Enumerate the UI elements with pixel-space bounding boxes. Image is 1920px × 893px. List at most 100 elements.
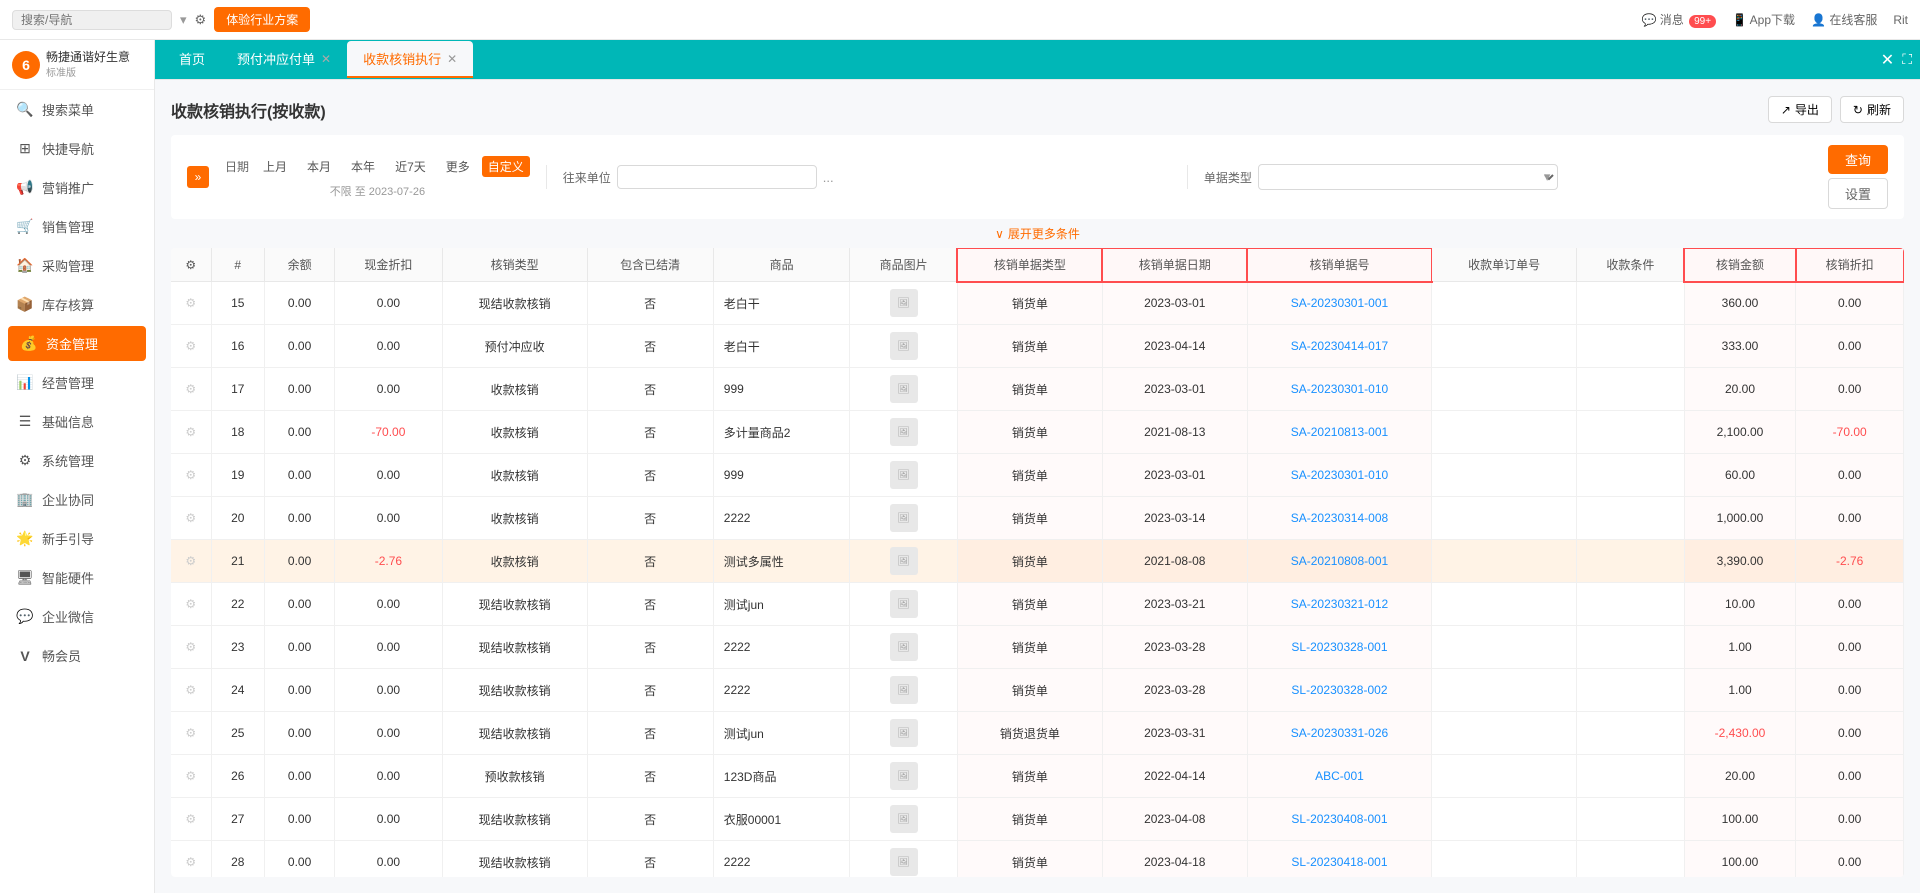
sidebar-item-inventory[interactable]: 📦 库存核算	[0, 285, 154, 324]
verify-number-link[interactable]: SL-20230328-002	[1291, 683, 1387, 697]
cell-verify-amount: 1,000.00	[1684, 497, 1796, 540]
th-verify-date: 核销单据日期	[1102, 248, 1247, 282]
cell-include-cleared: 否	[587, 497, 713, 540]
sales-icon: 🛒	[16, 218, 34, 236]
verify-number-link[interactable]: ABC-001	[1315, 769, 1364, 783]
sidebar-item-guide[interactable]: 🌟 新手引导	[0, 519, 154, 558]
online-service-item[interactable]: 👤 在线客服	[1811, 11, 1877, 28]
cell-goods: 2222	[713, 841, 850, 878]
cell-include-cleared: 否	[587, 368, 713, 411]
tab-receipt[interactable]: 收款核销执行 ✕	[347, 41, 473, 78]
cell-verify-date: 2023-04-18	[1102, 841, 1247, 878]
date-btn-this-month[interactable]: 本月	[299, 156, 339, 177]
sidebar: 6 畅捷通谐好生意 标准版 🔍 搜索菜单 ⊞ 快捷导航 📢 营销推广 🛒 销售管…	[0, 40, 155, 893]
date-btn-7days[interactable]: 近7天	[387, 156, 434, 177]
app-download-item[interactable]: 📱 App下载	[1732, 11, 1795, 28]
logo-text: 畅捷通谐好生意	[46, 50, 130, 64]
verify-number-link[interactable]: SA-20230301-010	[1291, 468, 1388, 482]
top-bar: ▾ ⚙ 体验行业方案 💬 消息 99+ 📱 App下载 👤 在线客服 Rit	[0, 0, 1920, 40]
cell-gear: ⚙	[171, 454, 211, 497]
sidebar-item-hardware[interactable]: 🖥 智能硬件	[0, 558, 154, 597]
tab-home[interactable]: 首页	[163, 41, 221, 78]
date-btn-more[interactable]: 更多	[438, 156, 478, 177]
setting-button[interactable]: 设置	[1828, 178, 1888, 209]
cell-verify-type: 现结收款核销	[442, 712, 587, 755]
sidebar-item-system[interactable]: ⚙ 系统管理	[0, 441, 154, 480]
cell-verify-discount: 0.00	[1796, 669, 1904, 712]
sidebar-item-wechat[interactable]: 💬 企业微信	[0, 597, 154, 636]
verify-number-link[interactable]: SA-20230301-010	[1291, 382, 1388, 396]
export-button[interactable]: ↗ 导出	[1768, 96, 1832, 123]
tab-prepay-close[interactable]: ✕	[321, 52, 331, 66]
cell-receipt-terms	[1577, 368, 1685, 411]
cell-goods-img: 🖼	[850, 454, 958, 497]
cell-seq: 21	[211, 540, 265, 583]
query-button[interactable]: 查询	[1828, 145, 1888, 174]
basic-icon: ☰	[16, 413, 34, 431]
chevron-down-icon: ▾	[180, 12, 187, 28]
sidebar-item-sales[interactable]: 🛒 销售管理	[0, 207, 154, 246]
sidebar-item-search[interactable]: 🔍 搜索菜单	[0, 90, 154, 129]
verify-number-link[interactable]: SA-20230301-001	[1291, 296, 1388, 310]
verify-number-link[interactable]: SA-20230331-026	[1291, 726, 1388, 740]
cell-verify-number: SL-20230408-001	[1247, 798, 1431, 841]
verify-number-link[interactable]: SA-20210813-001	[1291, 425, 1388, 439]
cell-verify-amount: -2,430.00	[1684, 712, 1796, 755]
cell-verify-amount: 1.00	[1684, 669, 1796, 712]
tab-receipt-close[interactable]: ✕	[447, 52, 457, 66]
gear-icon[interactable]: ⚙	[195, 12, 207, 28]
search-input[interactable]	[12, 10, 172, 30]
sidebar-item-funds[interactable]: 💰 资金管理	[8, 326, 146, 361]
tab-maximize-icon[interactable]: ⛶	[1902, 51, 1912, 68]
cell-goods: 999	[713, 454, 850, 497]
sidebar-label-basic: 基础信息	[42, 412, 94, 431]
refresh-button[interactable]: ↻ 刷新	[1840, 96, 1904, 123]
date-btn-this-year[interactable]: 本年	[343, 156, 383, 177]
verify-number-link[interactable]: SA-20230414-017	[1291, 339, 1388, 353]
verify-number-link[interactable]: SL-20230328-001	[1291, 640, 1387, 654]
solution-button[interactable]: 体验行业方案	[214, 7, 310, 32]
cell-verify-type: 收款核销	[442, 411, 587, 454]
sidebar-item-purchase[interactable]: 🏠 采购管理	[0, 246, 154, 285]
sidebar-label-search: 搜索菜单	[42, 100, 94, 119]
bill-type-select[interactable]	[1258, 164, 1558, 190]
cell-verify-amount: 1.00	[1684, 626, 1796, 669]
sidebar-item-member[interactable]: V 畅会员	[0, 636, 154, 675]
verify-number-link[interactable]: SL-20230418-001	[1291, 855, 1387, 869]
bill-type-label: 单据类型	[1204, 169, 1252, 186]
cell-verify-date: 2022-04-14	[1102, 755, 1247, 798]
sidebar-item-marketing[interactable]: 📢 营销推广	[0, 168, 154, 207]
cell-verify-discount: 0.00	[1796, 583, 1904, 626]
cell-seq: 20	[211, 497, 265, 540]
cell-receipt-order	[1432, 325, 1577, 368]
tab-close-all-icon[interactable]: ✕	[1881, 50, 1894, 70]
tab-prepay[interactable]: 预付冲应付单 ✕	[221, 41, 347, 78]
cell-goods-img: 🖼	[850, 411, 958, 454]
cell-gear: ⚙	[171, 669, 211, 712]
message-item[interactable]: 💬 消息 99+	[1641, 11, 1716, 28]
cell-goods-img: 🖼	[850, 583, 958, 626]
expand-bar: ∨ 展开更多条件	[171, 225, 1904, 242]
date-btn-last-month[interactable]: 上月	[255, 156, 295, 177]
cell-cash-discount: 0.00	[335, 368, 443, 411]
verify-number-link[interactable]: SA-20230321-012	[1291, 597, 1388, 611]
date-btn-custom[interactable]: 自定义	[482, 156, 530, 177]
sidebar-item-quicknav[interactable]: ⊞ 快捷导航	[0, 129, 154, 168]
filter-toggle-btn[interactable]: »	[187, 166, 209, 188]
cell-goods: 2222	[713, 669, 850, 712]
cell-receipt-order	[1432, 841, 1577, 878]
partner-input[interactable]	[617, 165, 817, 189]
verify-number-link[interactable]: SA-20230314-008	[1291, 511, 1388, 525]
table-row: ⚙ 16 0.00 0.00 预付冲应收 否 老白干 🖼 销货单 2023-04…	[171, 325, 1904, 368]
cell-cash-discount: 0.00	[335, 798, 443, 841]
sidebar-item-operations[interactable]: 📊 经营管理	[0, 363, 154, 402]
sidebar-item-basic[interactable]: ☰ 基础信息	[0, 402, 154, 441]
cell-seq: 24	[211, 669, 265, 712]
cell-verify-type: 预付冲应收	[442, 325, 587, 368]
verify-number-link[interactable]: SL-20230408-001	[1291, 812, 1387, 826]
th-verify-bill-type: 核销单据类型	[957, 248, 1102, 282]
expand-more-button[interactable]: ∨ 展开更多条件	[995, 225, 1080, 242]
verify-number-link[interactable]: SA-20210808-001	[1291, 554, 1388, 568]
sidebar-label-purchase: 采购管理	[42, 256, 94, 275]
sidebar-item-enterprise[interactable]: 🏢 企业协同	[0, 480, 154, 519]
